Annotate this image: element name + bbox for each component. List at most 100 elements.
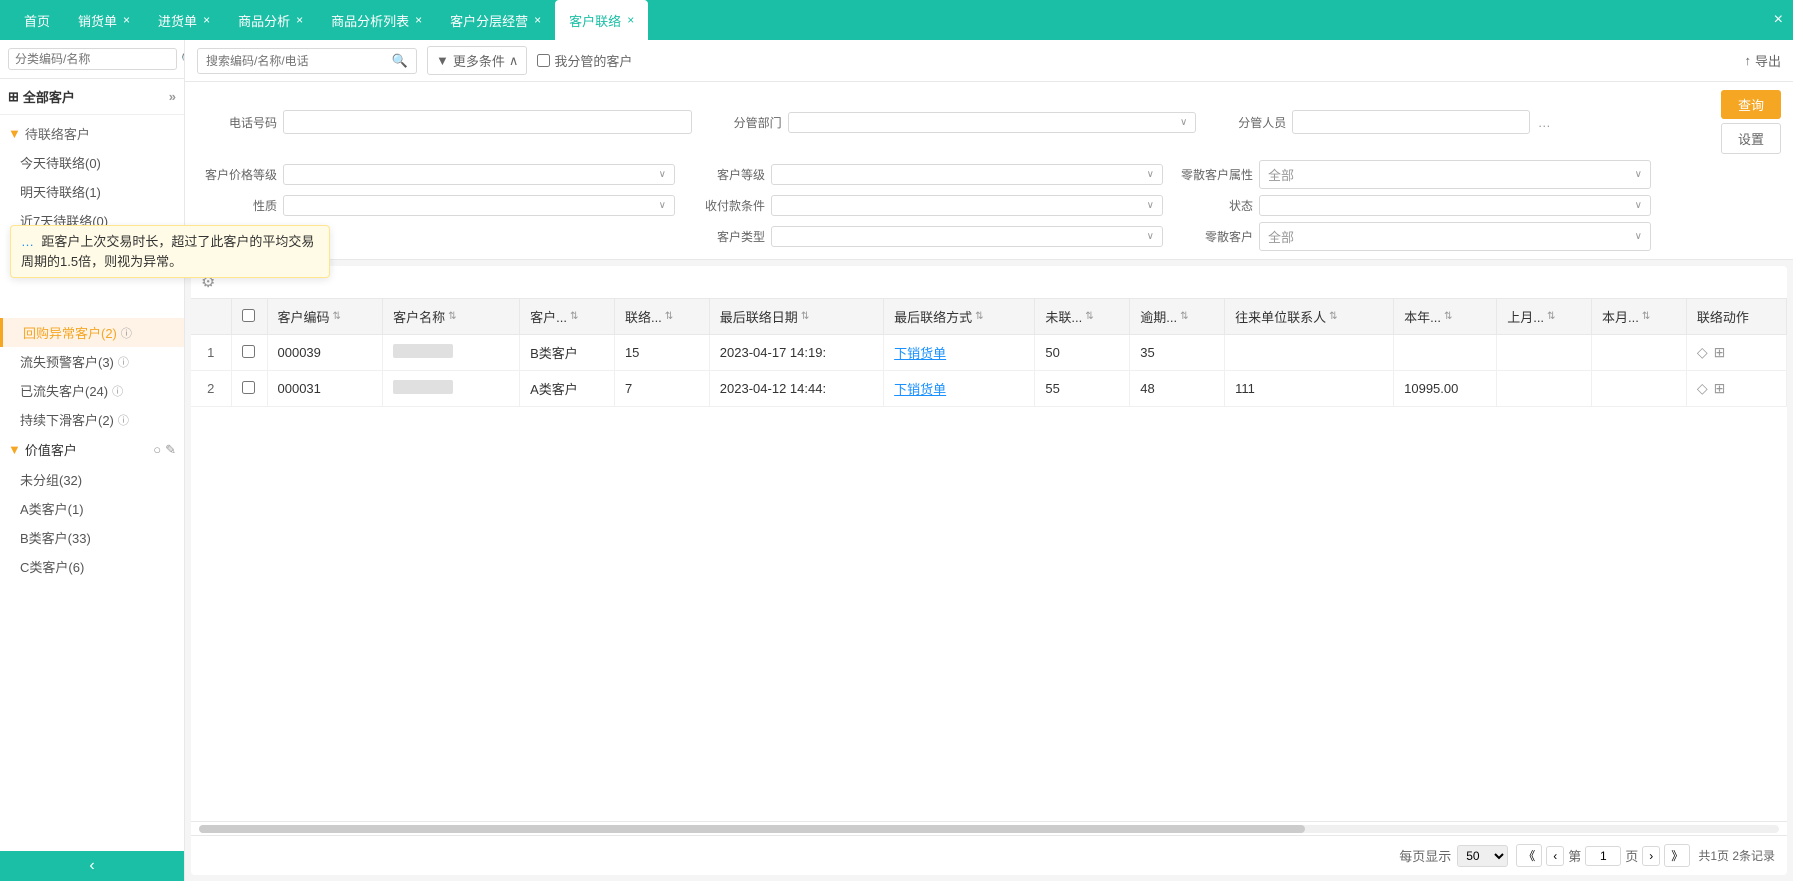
my-customers-input[interactable] <box>537 54 550 67</box>
filter-customer-type: 客户类型 ∨ <box>685 226 1163 247</box>
filter-phone-input[interactable] <box>283 110 692 134</box>
sidebar-item-class-a[interactable]: A类客户(1) <box>0 494 184 523</box>
first-page-btn[interactable]: 《 <box>1516 844 1542 867</box>
col-this-month[interactable]: 本月... ⇅ <box>1592 299 1687 335</box>
row-1-select[interactable] <box>242 345 255 358</box>
sidebar-bottom-bar[interactable]: ‹ <box>0 851 184 881</box>
select-all-checkbox[interactable] <box>242 309 255 322</box>
filter-price-grade-label: 客户价格等级 <box>197 166 277 183</box>
col-last-method[interactable]: 最后联络方式 ⇅ <box>884 299 1035 335</box>
nav-item-sales[interactable]: 销货单 × <box>64 0 144 40</box>
row-1-this-year <box>1394 335 1497 371</box>
sidebar-collapse-icon[interactable]: » <box>169 89 176 104</box>
filter-nature-select[interactable]: ∨ <box>283 195 675 216</box>
nav-item-analysis-list[interactable]: 商品分析列表 × <box>317 0 436 40</box>
col-last-date[interactable]: 最后联络日期 ⇅ <box>709 299 883 335</box>
query-button[interactable]: 查询 <box>1721 90 1781 119</box>
window-close-icon[interactable]: × <box>1774 11 1783 29</box>
sidebar-item-class-b[interactable]: B类客户(33) <box>0 523 184 552</box>
col-contact[interactable]: 联络... ⇅ <box>614 299 709 335</box>
sidebar-value-customers[interactable]: ▼ 价值客户 ○ ✎ <box>0 434 184 465</box>
row-1-checkbox[interactable] <box>231 335 267 371</box>
sidebar-search-container: 🔍 <box>0 40 184 79</box>
chevron-down-ctype: ∨ <box>1147 231 1154 242</box>
filter-price-grade-select[interactable]: ∨ <box>283 164 675 185</box>
filter-payment-select[interactable]: ∨ <box>771 195 1163 216</box>
sidebar-all-customers[interactable]: ⊞ 全部客户 » <box>0 79 184 115</box>
nav-item-customer-tier[interactable]: 客户分层经营 × <box>436 0 555 40</box>
filter-more-btn[interactable]: ▼ 更多条件 ∧ <box>427 46 527 75</box>
info-icon-churn: ⓘ <box>118 354 129 370</box>
sidebar-item-churned[interactable]: 已流失客户(24) ⓘ <box>0 376 184 405</box>
col-unit-contact[interactable]: 往来单位联系人 ⇅ <box>1225 299 1394 335</box>
edit-icon[interactable]: ○ <box>153 442 161 458</box>
filter-search-input[interactable] <box>206 54 386 68</box>
col-this-year[interactable]: 本年... ⇅ <box>1394 299 1497 335</box>
sidebar-item-today[interactable]: 今天待联络(0) <box>0 148 184 177</box>
row-2-last-method[interactable]: 下销货单 <box>884 371 1035 407</box>
sidebar-group-pending[interactable]: ▼ 待联络客户 <box>0 119 184 148</box>
filter-icon: ▼ <box>436 53 449 68</box>
close-customer-contact-icon[interactable]: × <box>627 13 634 27</box>
nav-item-purchase[interactable]: 进货单 × <box>144 0 224 40</box>
row-2-last-month <box>1497 371 1592 407</box>
col-type[interactable]: 客户... ⇅ <box>520 299 615 335</box>
close-analysis-list-icon[interactable]: × <box>415 13 422 27</box>
chevron-down-status: ∨ <box>1635 200 1642 211</box>
my-customers-checkbox[interactable]: 我分管的客户 <box>537 51 632 70</box>
col-overdue[interactable]: 逾期... ⇅ <box>1130 299 1225 335</box>
page-input[interactable] <box>1585 846 1621 866</box>
filter-status-select[interactable]: ∨ <box>1259 195 1651 216</box>
filter-row-4: … 客户类型 ∨ 零散客户 全部 ∨ <box>197 222 1781 251</box>
horizontal-scrollbar[interactable] <box>191 821 1787 835</box>
row-1-last-method[interactable]: 下销货单 <box>884 335 1035 371</box>
col-name[interactable]: 客户名称 ⇅ <box>383 299 520 335</box>
filter-manager-input[interactable] <box>1292 110 1529 134</box>
filter-customer-grade-select[interactable]: ∨ <box>771 164 1163 185</box>
sidebar-item-repurchase-abnormal[interactable]: 回购异常客户(2) ⓘ <box>0 318 184 347</box>
sidebar-item-ungroup[interactable]: 未分组(32) <box>0 465 184 494</box>
close-analysis-icon[interactable]: × <box>296 13 303 27</box>
sidebar-item-tomorrow[interactable]: 明天待联络(1) <box>0 177 184 206</box>
sidebar-item-declining[interactable]: 持续下滑客户(2) ⓘ <box>0 405 184 434</box>
filter-dept-select[interactable]: ∨ <box>788 112 1197 133</box>
row-1-this-month <box>1592 335 1687 371</box>
col-checkbox[interactable] <box>231 299 267 335</box>
next-page-btn[interactable]: › <box>1642 846 1660 866</box>
sidebar-item-class-c[interactable]: C类客户(6) <box>0 552 184 581</box>
col-code[interactable]: 客户编码 ⇅ <box>267 299 383 335</box>
nav-item-analysis[interactable]: 商品分析 × <box>224 0 317 40</box>
sidebar-item-churn-warning[interactable]: 流失预警客户(3) ⓘ <box>0 347 184 376</box>
export-btn[interactable]: ↑ 导出 <box>1744 51 1781 70</box>
per-page-select[interactable]: 50 20 100 <box>1457 845 1508 867</box>
filter-customer-type-select[interactable]: ∨ <box>771 226 1163 247</box>
nav-item-customer-contact[interactable]: 客户联络 × <box>555 0 648 40</box>
filter-retail-customer-select[interactable]: 全部 ∨ <box>1259 222 1651 251</box>
row-1-more-icon[interactable]: ⊞ <box>1714 344 1726 361</box>
col-last-month[interactable]: 上月... ⇅ <box>1497 299 1592 335</box>
filter-retail-customer: 零散客户 全部 ∨ <box>1173 222 1651 251</box>
last-page-btn[interactable]: 》 <box>1664 844 1690 867</box>
filter-manager-more[interactable]: … <box>1534 111 1555 134</box>
row-2-view-icon[interactable]: ◇ <box>1697 380 1708 397</box>
nav-item-home[interactable]: 首页 <box>10 0 64 40</box>
row-2-checkbox[interactable] <box>231 371 267 407</box>
row-1-name[interactable] <box>383 335 520 371</box>
row-1-view-icon[interactable]: ◇ <box>1697 344 1708 361</box>
table-wrapper[interactable]: 客户编码 ⇅ 客户名称 ⇅ <box>191 299 1787 821</box>
close-sales-icon[interactable]: × <box>123 13 130 27</box>
row-2-name[interactable] <box>383 371 520 407</box>
prev-page-btn[interactable]: ‹ <box>1546 846 1564 866</box>
row-1-code: 000039 <box>267 335 383 371</box>
row-2-more-icon[interactable]: ⊞ <box>1714 380 1726 397</box>
settings-icon2[interactable]: ✎ <box>165 442 176 458</box>
close-customer-tier-icon[interactable]: × <box>534 13 541 27</box>
top-nav: 首页 销货单 × 进货单 × 商品分析 × 商品分析列表 × 客户分层经营 × … <box>0 0 1793 40</box>
sidebar-search-input[interactable] <box>8 48 177 70</box>
filter-retail-attr-select[interactable]: 全部 ∨ <box>1259 160 1651 189</box>
setting-button[interactable]: 设置 <box>1721 123 1781 154</box>
close-purchase-icon[interactable]: × <box>203 13 210 27</box>
row-2-select[interactable] <box>242 381 255 394</box>
filter-search-icon[interactable]: 🔍 <box>392 53 408 69</box>
col-uncontacted[interactable]: 未联... ⇅ <box>1035 299 1130 335</box>
